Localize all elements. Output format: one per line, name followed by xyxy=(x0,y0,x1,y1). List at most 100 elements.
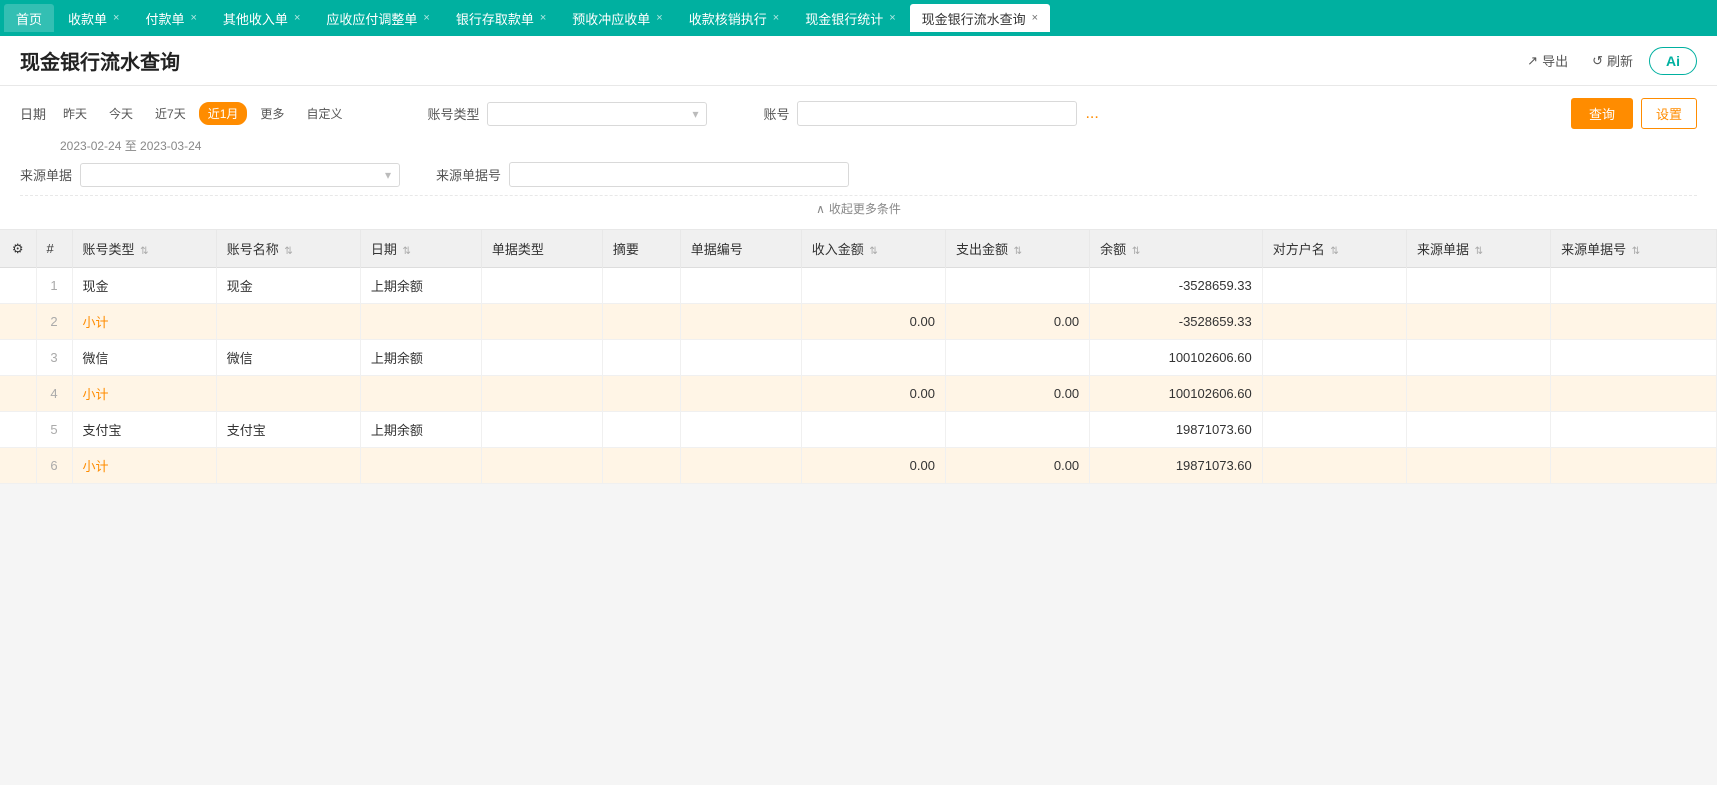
col-income-label: 收入金额 xyxy=(812,242,864,257)
col-account-name[interactable]: 账号名称 ⇅ xyxy=(216,230,360,268)
col-doc-no-label: 单据编号 xyxy=(691,242,743,257)
tab-bank-deposits[interactable]: 银行存取款单 × xyxy=(444,4,558,32)
close-bank-stats-icon[interactable]: × xyxy=(889,12,895,24)
account-type-select[interactable]: ▾ xyxy=(487,102,707,126)
date-btn-more[interactable]: 更多 xyxy=(251,102,293,125)
close-other-income-icon[interactable]: × xyxy=(294,12,300,24)
col-summary: 摘要 xyxy=(602,230,680,268)
date-btn-today[interactable]: 今天 xyxy=(100,102,142,125)
page-title: 现金银行流水查询 xyxy=(20,46,180,75)
table-row[interactable]: 4小计0.000.00100102606.60 xyxy=(0,376,1717,412)
query-button[interactable]: 查询 xyxy=(1571,98,1633,129)
collapse-bar[interactable]: ∧ 收起更多条件 xyxy=(20,195,1697,221)
row-account-type-cell: 微信 xyxy=(72,340,216,376)
row-expense-cell xyxy=(945,268,1089,304)
tab-home[interactable]: 首页 xyxy=(4,4,54,32)
close-bank-flow-icon[interactable]: × xyxy=(1032,12,1038,24)
table-row[interactable]: 6小计0.000.0019871073.60 xyxy=(0,448,1717,484)
close-adjustments-icon[interactable]: × xyxy=(423,12,429,24)
settings-button[interactable]: 设置 xyxy=(1641,98,1697,129)
date-btn-1month[interactable]: 近1月 xyxy=(199,102,248,125)
account-no-input[interactable] xyxy=(797,101,1077,126)
close-bank-deposits-icon[interactable]: × xyxy=(540,12,546,24)
close-payments-icon[interactable]: × xyxy=(190,12,196,24)
row-settings-cell xyxy=(0,412,36,448)
tab-other-income-label: 其他收入单 xyxy=(223,9,288,28)
row-doc-no-cell xyxy=(680,304,801,340)
source-doc-select[interactable]: ▾ xyxy=(80,163,400,187)
ai-button[interactable]: Ai xyxy=(1649,47,1697,75)
row-doc-no-cell xyxy=(680,268,801,304)
col-expense[interactable]: 支出金额 ⇅ xyxy=(945,230,1089,268)
row-balance-cell: 100102606.60 xyxy=(1090,340,1263,376)
row-summary-cell xyxy=(602,340,680,376)
date-btn-yesterday[interactable]: 昨天 xyxy=(54,102,96,125)
tab-adjustments[interactable]: 应收应付调整单 × xyxy=(314,4,441,32)
account-type-chevron-icon: ▾ xyxy=(692,107,698,121)
col-doc-type: 单据类型 xyxy=(481,230,602,268)
row-settings-cell xyxy=(0,448,36,484)
table-row[interactable]: 3微信微信上期余额100102606.60 xyxy=(0,340,1717,376)
tab-bank-flow-label: 现金银行流水查询 xyxy=(922,9,1026,28)
col-account-type-label: 账号类型 xyxy=(83,242,135,257)
table-row[interactable]: 5支付宝支付宝上期余额19871073.60 xyxy=(0,412,1717,448)
close-verification-icon[interactable]: × xyxy=(773,12,779,24)
row-income-cell xyxy=(801,268,945,304)
tab-home-label: 首页 xyxy=(16,9,42,28)
collapse-up-icon: ∧ xyxy=(816,202,825,216)
row-doc-type-cell xyxy=(481,412,602,448)
ai-label: Ai xyxy=(1666,53,1680,69)
tab-bank-flow[interactable]: 现金银行流水查询 × xyxy=(910,4,1050,32)
table-wrapper: ⚙ # 账号类型 ⇅ 账号名称 ⇅ 日期 ⇅ 单据类型 摘要 xyxy=(0,230,1717,484)
col-counterparty[interactable]: 对方户名 ⇅ xyxy=(1262,230,1406,268)
row-account-name-cell xyxy=(216,448,360,484)
row-date-cell xyxy=(360,376,481,412)
tab-receipts[interactable]: 收款单 × xyxy=(56,4,131,32)
close-advance-offset-icon[interactable]: × xyxy=(656,12,662,24)
date-btn-7days[interactable]: 近7天 xyxy=(146,102,195,125)
export-button[interactable]: ↗ 导出 xyxy=(1519,47,1576,74)
row-date-cell xyxy=(360,448,481,484)
nav-tabs: 首页 收款单 × 付款单 × 其他收入单 × 应收应付调整单 × 银行存取款单 … xyxy=(0,0,1717,36)
close-receipts-icon[interactable]: × xyxy=(113,12,119,24)
row-num-cell: 2 xyxy=(36,304,72,340)
tab-bank-deposits-label: 银行存取款单 xyxy=(456,9,534,28)
row-settings-cell xyxy=(0,304,36,340)
tab-advance-offset[interactable]: 预收冲应收单 × xyxy=(560,4,674,32)
table-row[interactable]: 1现金现金上期余额-3528659.33 xyxy=(0,268,1717,304)
tab-bank-stats-label: 现金银行统计 xyxy=(805,9,883,28)
col-balance-sort-icon: ⇅ xyxy=(1132,246,1140,257)
col-date[interactable]: 日期 ⇅ xyxy=(360,230,481,268)
col-source-doc-label: 来源单据 xyxy=(1417,242,1469,257)
filter-row-2: 来源单据 ▾ 来源单据号 xyxy=(20,162,1697,187)
row-date-cell: 上期余额 xyxy=(360,340,481,376)
row-source-doc-cell xyxy=(1406,412,1550,448)
source-doc-no-input[interactable] xyxy=(509,162,849,187)
row-date-cell: 上期余额 xyxy=(360,412,481,448)
col-source-doc[interactable]: 来源单据 ⇅ xyxy=(1406,230,1550,268)
col-source-doc-no[interactable]: 来源单据号 ⇅ xyxy=(1551,230,1717,268)
refresh-button[interactable]: ↺ 刷新 xyxy=(1584,47,1641,74)
row-income-cell xyxy=(801,340,945,376)
col-settings[interactable]: ⚙ xyxy=(0,230,36,268)
tab-verification[interactable]: 收款核销执行 × xyxy=(677,4,791,32)
account-no-field: ... xyxy=(797,101,1102,126)
tab-bank-stats[interactable]: 现金银行统计 × xyxy=(793,4,907,32)
account-no-dots-button[interactable]: ... xyxy=(1081,103,1102,125)
row-num-cell: 5 xyxy=(36,412,72,448)
row-doc-type-cell xyxy=(481,448,602,484)
col-summary-label: 摘要 xyxy=(613,242,639,257)
row-summary-cell xyxy=(602,268,680,304)
date-btn-custom[interactable]: 自定义 xyxy=(297,102,351,125)
row-counterparty-cell xyxy=(1262,340,1406,376)
col-account-type[interactable]: 账号类型 ⇅ xyxy=(72,230,216,268)
tab-other-income[interactable]: 其他收入单 × xyxy=(211,4,312,32)
row-expense-cell: 0.00 xyxy=(945,376,1089,412)
row-summary-cell xyxy=(602,304,680,340)
table-row[interactable]: 2小计0.000.00-3528659.33 xyxy=(0,304,1717,340)
col-income[interactable]: 收入金额 ⇅ xyxy=(801,230,945,268)
tab-payments[interactable]: 付款单 × xyxy=(133,4,208,32)
col-counterparty-sort-icon: ⇅ xyxy=(1330,246,1338,257)
col-balance[interactable]: 余额 ⇅ xyxy=(1090,230,1263,268)
row-doc-no-cell xyxy=(680,448,801,484)
